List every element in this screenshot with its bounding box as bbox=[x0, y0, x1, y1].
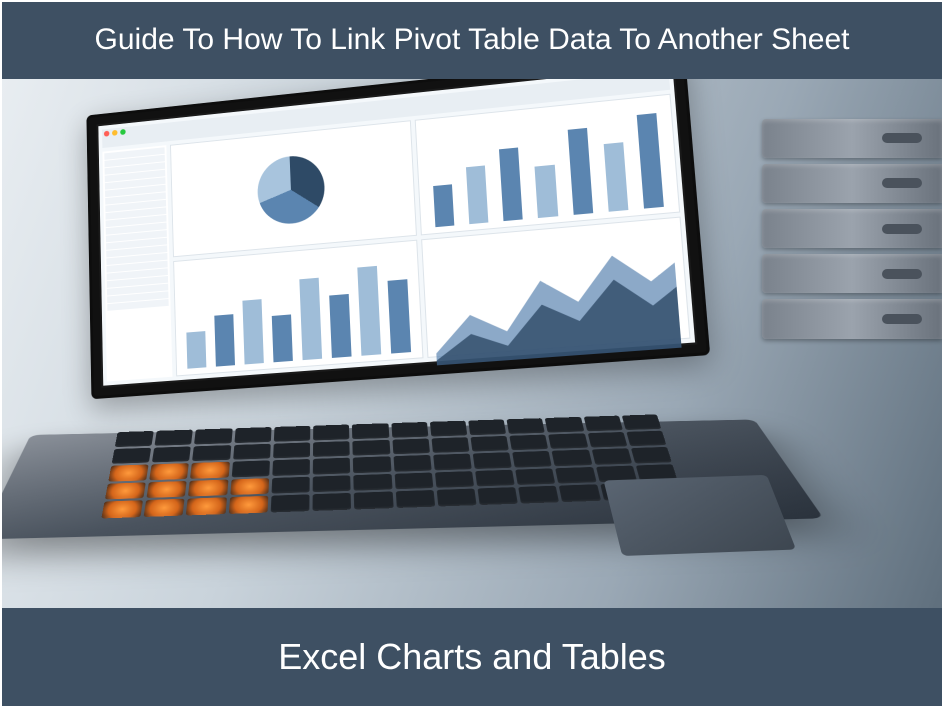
laptop bbox=[52, 89, 772, 569]
window-max-icon bbox=[120, 128, 126, 134]
drive-unit bbox=[762, 119, 942, 158]
pie-chart-tile bbox=[170, 120, 417, 257]
top-title-text: Guide To How To Link Pivot Table Data To… bbox=[95, 23, 850, 56]
laptop-screen bbox=[86, 79, 710, 399]
bar-chart-tile bbox=[415, 93, 680, 235]
pie-chart-icon bbox=[256, 152, 325, 225]
bottom-title-banner: Excel Charts and Tables bbox=[2, 608, 942, 706]
column-chart-tile bbox=[173, 239, 423, 376]
drive-unit bbox=[762, 209, 942, 248]
top-title-banner: Guide To How To Link Pivot Table Data To… bbox=[2, 2, 942, 79]
window-min-icon bbox=[112, 129, 118, 135]
laptop-trackpad bbox=[604, 474, 797, 555]
area-chart-tile bbox=[421, 216, 690, 357]
hero-image-area bbox=[2, 79, 942, 609]
drive-unit bbox=[762, 254, 942, 293]
hard-drive-stack bbox=[762, 119, 942, 339]
bottom-title-text: Excel Charts and Tables bbox=[278, 636, 666, 677]
drive-unit bbox=[762, 299, 942, 338]
data-table-sidebar bbox=[102, 145, 172, 381]
window-close-icon bbox=[104, 130, 110, 136]
screen-dashboard bbox=[98, 79, 695, 386]
drive-unit bbox=[762, 164, 942, 203]
area-chart-icon bbox=[431, 226, 682, 365]
